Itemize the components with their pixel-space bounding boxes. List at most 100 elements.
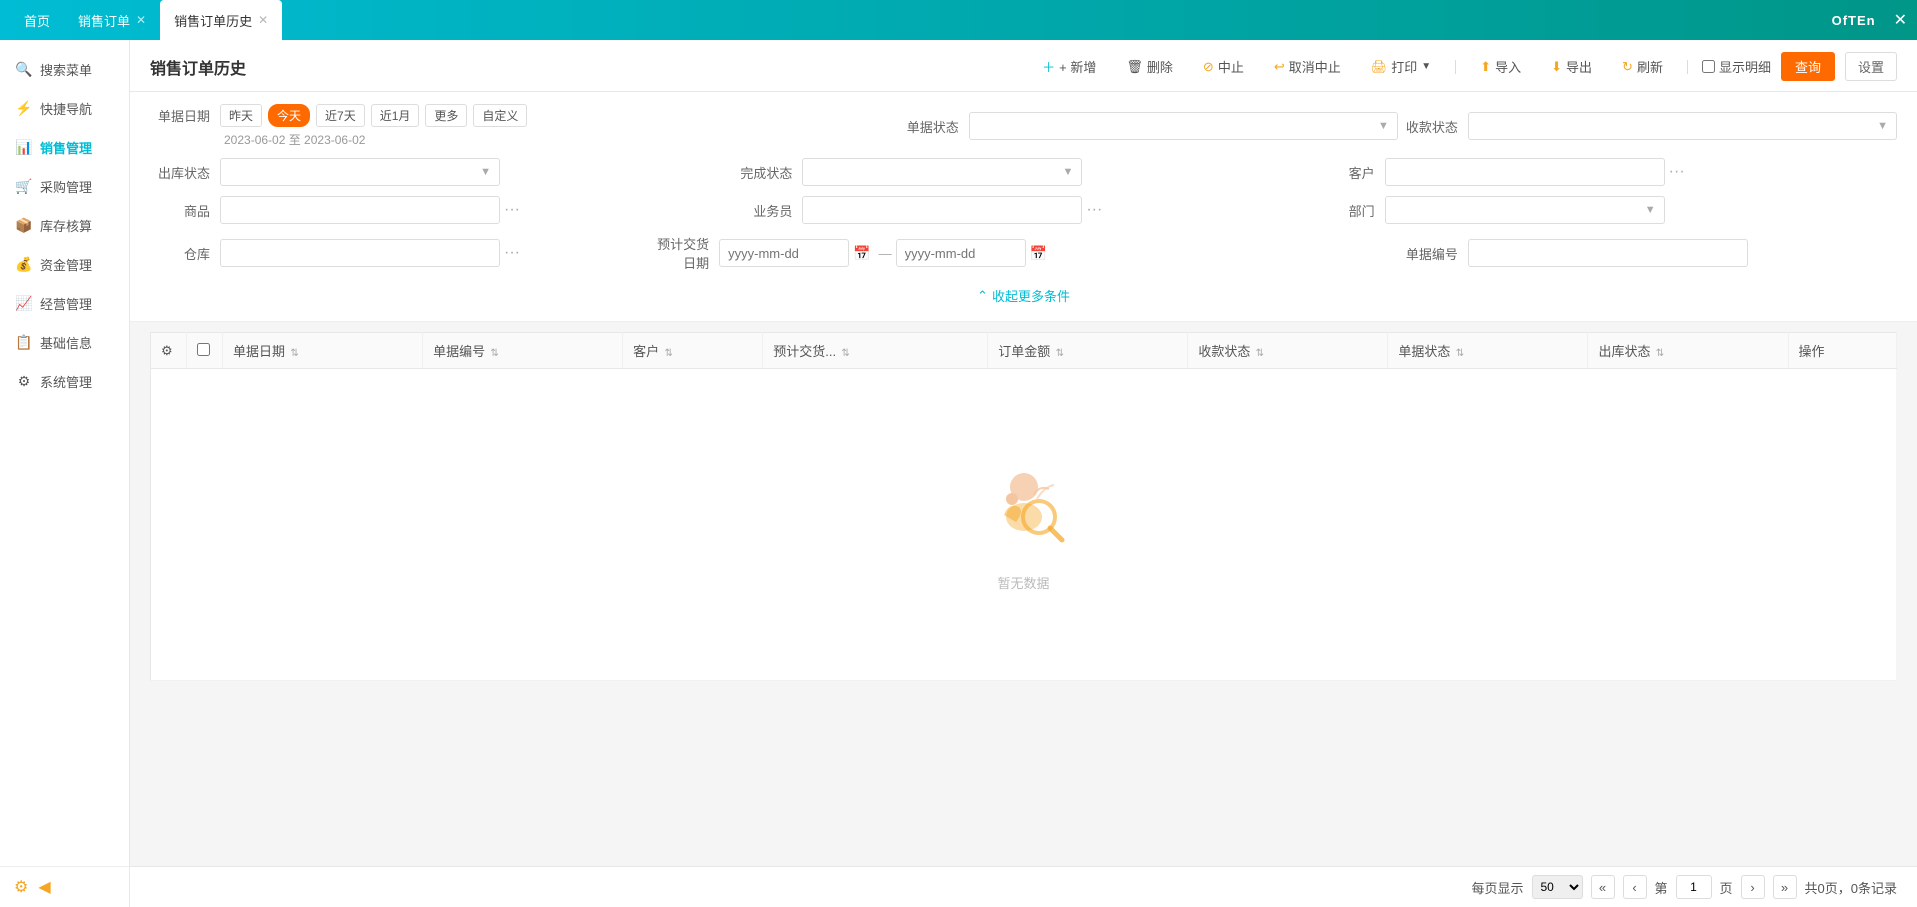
print-arrow-icon: ▼ bbox=[1421, 61, 1431, 72]
window-close-button[interactable]: ✕ bbox=[1894, 10, 1907, 30]
th-doc-status[interactable]: 单据状态 ⇅ bbox=[1388, 333, 1588, 369]
close-tab-history[interactable]: ✕ bbox=[258, 13, 268, 27]
display-columns-input[interactable] bbox=[1702, 60, 1715, 73]
tab-sales-order-history[interactable]: 销售订单历史 ✕ bbox=[160, 0, 282, 40]
calendar-to-icon[interactable]: 📅 bbox=[1030, 245, 1047, 262]
last-page-button[interactable]: » bbox=[1773, 875, 1797, 899]
delivery-date-to-input[interactable] bbox=[896, 239, 1026, 267]
settings-button[interactable]: 设置 bbox=[1845, 52, 1897, 81]
close-tab-sales-order[interactable]: ✕ bbox=[136, 13, 146, 27]
doc-number-input[interactable] bbox=[1468, 239, 1748, 267]
sidebar-item-operations[interactable]: 📈 经营管理 bbox=[0, 284, 129, 323]
yesterday-btn[interactable]: 昨天 bbox=[220, 104, 262, 127]
next-page-button[interactable]: › bbox=[1741, 875, 1765, 899]
page-number-input[interactable] bbox=[1676, 875, 1712, 899]
filter-row-1: 单据日期 昨天 今天 近7天 近1月 更多 自定义 2023-06-02 至 2… bbox=[150, 104, 1897, 148]
sort-delivery-status-icon[interactable]: ⇅ bbox=[1656, 348, 1664, 359]
sidebar-item-inventory[interactable]: 📦 库存核算 bbox=[0, 206, 129, 245]
sort-amount-icon[interactable]: ⇅ bbox=[1056, 348, 1064, 359]
sidebar-item-finance[interactable]: 💰 资金管理 bbox=[0, 245, 129, 284]
filter-row-3: 商品 ··· 业务员 ··· 部门 ▼ bbox=[150, 196, 1897, 224]
last-page-icon: » bbox=[1781, 880, 1788, 895]
warehouse-more-icon[interactable]: ··· bbox=[504, 244, 520, 262]
sidebar-item-quick-nav[interactable]: ⚡ 快捷导航 bbox=[0, 89, 129, 128]
sidebar-item-sys-mgmt[interactable]: ⚙ 系统管理 bbox=[0, 362, 129, 401]
brand-text: OfTEn bbox=[1832, 13, 1876, 28]
operations-icon: 📈 bbox=[16, 296, 32, 312]
tab-sales-order[interactable]: 销售订单 ✕ bbox=[64, 0, 160, 40]
collapse-sidebar-icon[interactable]: ◀ bbox=[38, 877, 50, 897]
collapse-filter-btn[interactable]: ⌃ 收起更多条件 bbox=[150, 282, 1897, 309]
th-customer[interactable]: 客户 ⇅ bbox=[623, 333, 763, 369]
data-table: ⚙ 单据日期 ⇅ 单据编号 ⇅ bbox=[150, 332, 1897, 681]
more-btn[interactable]: 更多 bbox=[425, 104, 467, 127]
sidebar: 🔍 搜索菜单 ⚡ 快捷导航 📊 销售管理 🛒 采购管理 📦 库存核算 💰 资金管… bbox=[0, 40, 130, 907]
delivery-date-from-input[interactable] bbox=[719, 239, 849, 267]
th-gear[interactable]: ⚙ bbox=[151, 333, 187, 369]
add-button[interactable]: ＋ + 新增 bbox=[1032, 52, 1106, 81]
department-select[interactable]: ▼ bbox=[1385, 196, 1665, 224]
refresh-button[interactable]: ↻ 刷新 bbox=[1612, 52, 1673, 81]
th-amount[interactable]: 订单金额 ⇅ bbox=[988, 333, 1188, 369]
gear-settings-icon[interactable]: ⚙ bbox=[161, 343, 173, 358]
product-input[interactable] bbox=[220, 196, 500, 224]
sort-payment-status-icon[interactable]: ⇅ bbox=[1256, 348, 1264, 359]
product-more-icon[interactable]: ··· bbox=[504, 201, 520, 219]
th-checkbox[interactable] bbox=[187, 333, 223, 369]
doc-status-select[interactable]: ▼ bbox=[969, 112, 1398, 140]
last7-btn[interactable]: 近7天 bbox=[316, 104, 365, 127]
print-button[interactable]: 🖨 打印 ▼ bbox=[1361, 52, 1441, 81]
th-number[interactable]: 单据编号 ⇅ bbox=[423, 333, 623, 369]
display-columns-checkbox[interactable]: 显示明细 bbox=[1702, 57, 1771, 76]
payment-status-select[interactable]: ▼ bbox=[1468, 112, 1897, 140]
sort-delivery-date-icon[interactable]: ⇅ bbox=[841, 348, 849, 359]
sidebar-item-sales-mgmt[interactable]: 📊 销售管理 bbox=[0, 128, 129, 167]
last1m-btn[interactable]: 近1月 bbox=[371, 104, 420, 127]
sidebar-item-search-menu[interactable]: 🔍 搜索菜单 bbox=[0, 50, 129, 89]
th-payment-status[interactable]: 收款状态 ⇅ bbox=[1188, 333, 1388, 369]
import-button[interactable]: ⬆ 导入 bbox=[1470, 52, 1531, 81]
salesperson-more-icon[interactable]: ··· bbox=[1086, 201, 1102, 219]
delivery-status-select[interactable]: ▼ bbox=[220, 158, 500, 186]
doc-status-label: 单据状态 bbox=[899, 117, 969, 136]
sort-doc-status-icon[interactable]: ⇅ bbox=[1456, 348, 1464, 359]
stop-button[interactable]: ⊘ 中止 bbox=[1193, 52, 1254, 81]
customer-input[interactable] bbox=[1385, 158, 1665, 186]
main-layout: 🔍 搜索菜单 ⚡ 快捷导航 📊 销售管理 🛒 采购管理 📦 库存核算 💰 资金管… bbox=[0, 40, 1917, 907]
table-header-row: ⚙ 单据日期 ⇅ 单据编号 ⇅ bbox=[151, 333, 1897, 369]
finance-icon: 💰 bbox=[16, 257, 32, 273]
tab-home[interactable]: 首页 bbox=[10, 0, 64, 40]
query-button[interactable]: 查询 bbox=[1781, 52, 1835, 81]
custom-btn[interactable]: 自定义 bbox=[473, 104, 527, 127]
filter-salesperson-col: 业务员 ··· bbox=[732, 196, 1314, 224]
delete-button[interactable]: 🗑 删除 bbox=[1116, 52, 1183, 81]
cancel-stop-button[interactable]: ↩ 取消中止 bbox=[1264, 52, 1351, 81]
sidebar-item-purchase-mgmt[interactable]: 🛒 采购管理 bbox=[0, 167, 129, 206]
settings-bottom-icon[interactable]: ⚙ bbox=[14, 877, 28, 897]
table-body: 暂无数据 bbox=[151, 369, 1897, 681]
filter-doc-number-col: 单据编号 bbox=[1398, 239, 1897, 267]
calendar-from-icon[interactable]: 📅 bbox=[853, 245, 870, 262]
page-size-select[interactable]: 10 20 50 100 bbox=[1532, 875, 1583, 899]
export-button[interactable]: ⬇ 导出 bbox=[1541, 52, 1602, 81]
sidebar-item-basic-info[interactable]: 📋 基础信息 bbox=[0, 323, 129, 362]
doc-number-label: 单据编号 bbox=[1398, 244, 1468, 263]
th-delivery-status[interactable]: 出库状态 ⇅ bbox=[1588, 333, 1788, 369]
th-delivery-date[interactable]: 预计交货... ⇅ bbox=[763, 333, 988, 369]
filter-department-col: 部门 ▼ bbox=[1315, 196, 1897, 224]
customer-more-icon[interactable]: ··· bbox=[1669, 163, 1685, 181]
payment-status-arrow-icon: ▼ bbox=[1877, 120, 1888, 132]
salesperson-input[interactable] bbox=[802, 196, 1082, 224]
total-label: 共0页，0条记录 bbox=[1805, 878, 1897, 897]
today-btn[interactable]: 今天 bbox=[268, 104, 310, 127]
warehouse-input[interactable] bbox=[220, 239, 500, 267]
first-page-button[interactable]: « bbox=[1591, 875, 1615, 899]
sort-date-icon[interactable]: ⇅ bbox=[290, 348, 298, 359]
sort-number-icon[interactable]: ⇅ bbox=[490, 348, 498, 359]
filter-area: 单据日期 昨天 今天 近7天 近1月 更多 自定义 2023-06-02 至 2… bbox=[130, 92, 1917, 322]
complete-status-select[interactable]: ▼ bbox=[802, 158, 1082, 186]
select-all-checkbox[interactable] bbox=[197, 343, 210, 356]
sort-customer-icon[interactable]: ⇅ bbox=[664, 348, 672, 359]
prev-page-button[interactable]: ‹ bbox=[1623, 875, 1647, 899]
th-date[interactable]: 单据日期 ⇅ bbox=[223, 333, 423, 369]
